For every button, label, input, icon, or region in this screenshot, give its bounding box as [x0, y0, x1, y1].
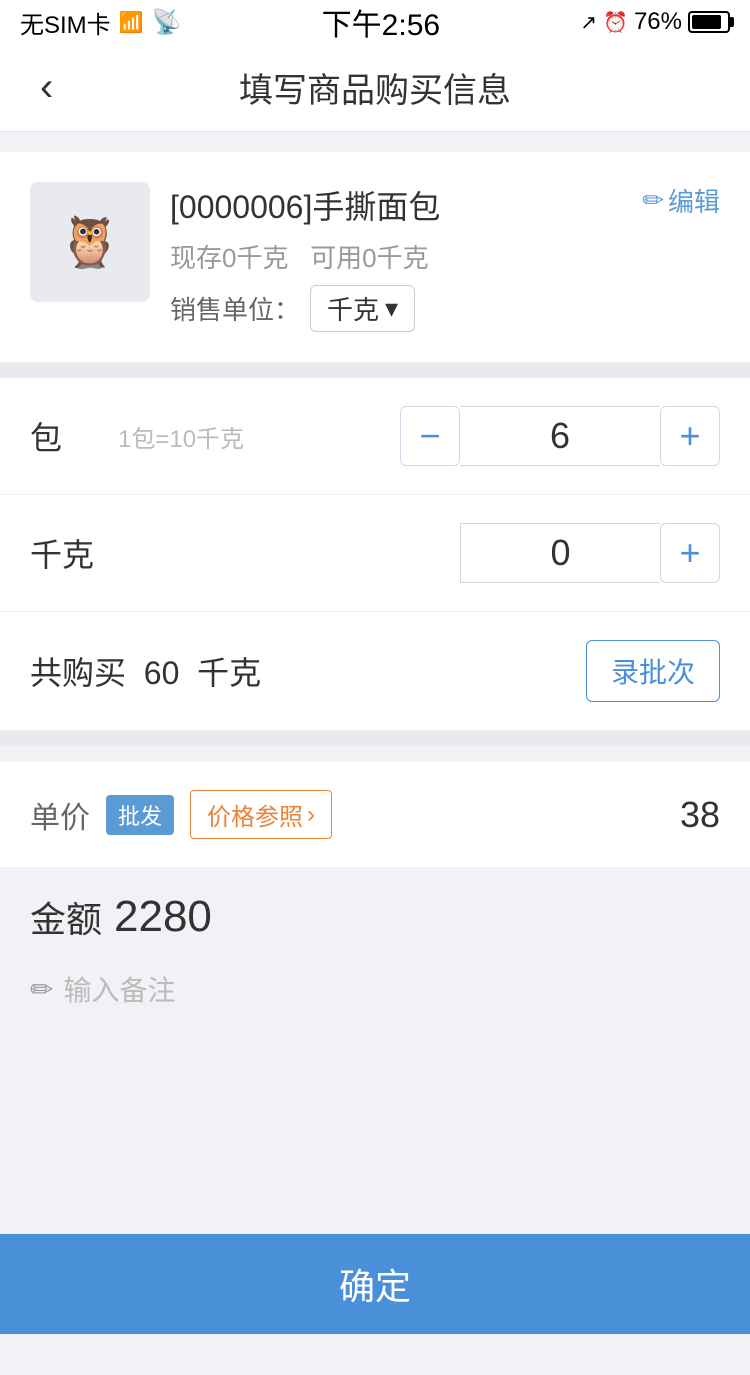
kg-quantity-row: 千克 + [0, 495, 750, 612]
summary-section: 共购买 60 千克 录批次 [0, 612, 750, 730]
battery-percent: 76% [634, 8, 682, 36]
battery-icon [688, 11, 730, 33]
available-label: 可用0千克 [310, 243, 428, 273]
product-name-row: [0000006]手撕面包 ✏ 编辑 [170, 182, 720, 238]
kg-plus-button[interactable]: + [660, 523, 720, 583]
product-card: 🦉 [0000006]手撕面包 ✏ 编辑 现存0千克 可用0千克 销售单位： 千… [0, 152, 750, 362]
sim-icon: 📶 [119, 10, 144, 35]
pencil-icon: ✏ [30, 973, 53, 1006]
edit-icon: ✏ [642, 185, 664, 216]
product-stock: 现存0千克 可用0千克 [170, 238, 720, 275]
amount-section: 金额 2280 ✏ 输入备注 [0, 867, 750, 1035]
kg-quantity-input[interactable] [460, 523, 660, 583]
amount-value: 2280 [114, 892, 212, 942]
unit-selector[interactable]: 千克 ▾ [310, 285, 415, 332]
batch-button[interactable]: 录批次 [586, 640, 720, 702]
price-section: 单价 批发 价格参照 › 38 [0, 762, 750, 867]
status-bar: 无SIM卡 📶 📡 下午2:56 ↗ ⏰ 76% [0, 0, 750, 44]
product-info: [0000006]手撕面包 ✏ 编辑 现存0千克 可用0千克 销售单位： 千克 … [170, 182, 720, 332]
price-value: 38 [680, 794, 720, 836]
edit-button[interactable]: ✏ 编辑 [642, 182, 720, 219]
bag-quantity-row: 包 1包=10千克 − + [0, 378, 750, 495]
note-placeholder: 输入备注 [63, 969, 175, 1009]
page-title: 填写商品购买信息 [239, 63, 511, 112]
chevron-down-icon: ▾ [385, 293, 398, 324]
summary-text: 共购买 60 千克 [30, 648, 261, 694]
product-placeholder-icon: 🦉 [59, 213, 121, 272]
nav-bar: ‹ 填写商品购买信息 [0, 44, 750, 132]
alarm-icon: ⏰ [603, 10, 628, 35]
bag-label: 包 [30, 413, 110, 459]
location-icon: ↗ [580, 10, 597, 35]
price-label: 单价 [30, 793, 90, 837]
bag-quantity-control: − + [400, 406, 720, 466]
stock-label: 现存0千克 [170, 243, 288, 273]
separator-2 [0, 730, 750, 746]
note-row[interactable]: ✏ 输入备注 [30, 959, 720, 1019]
wifi-icon: 📡 [152, 8, 182, 37]
kg-quantity-control: + [460, 523, 720, 583]
status-time: 下午2:56 [322, 0, 440, 44]
separator-1 [0, 362, 750, 378]
kg-label: 千克 [30, 530, 110, 576]
edit-label: 编辑 [668, 182, 720, 219]
carrier-label: 无SIM卡 [20, 5, 111, 40]
product-code: [0000006] [170, 189, 312, 225]
confirm-bar[interactable]: 确定 [0, 1234, 750, 1334]
status-right: ↗ ⏰ 76% [580, 8, 730, 36]
summary-amount: 60 [144, 655, 180, 691]
bag-minus-button[interactable]: − [400, 406, 460, 466]
price-ref-label: 价格参照 [207, 797, 303, 832]
summary-unit: 千克 [197, 655, 261, 691]
bag-plus-button[interactable]: + [660, 406, 720, 466]
amount-label: 金额 [30, 891, 102, 943]
price-batch-tag: 批发 [106, 795, 174, 835]
unit-prefix: 销售单位： [170, 290, 300, 327]
bag-quantity-input[interactable] [460, 406, 660, 466]
summary-prefix: 共购买 [30, 655, 126, 691]
confirm-label: 确定 [339, 1258, 411, 1310]
unit-value: 千克 [327, 290, 379, 327]
price-ref-arrow: › [307, 801, 315, 829]
product-name: [0000006]手撕面包 [170, 182, 440, 228]
product-image: 🦉 [30, 182, 150, 302]
status-left: 无SIM卡 📶 📡 [20, 5, 181, 40]
product-title: 手撕面包 [312, 189, 440, 225]
amount-row: 金额 2280 [30, 891, 720, 943]
bag-hint: 1包=10千克 [118, 419, 400, 454]
price-ref-button[interactable]: 价格参照 › [190, 790, 332, 839]
quantity-section: 包 1包=10千克 − + 千克 + [0, 378, 750, 612]
back-button[interactable]: ‹ [30, 55, 63, 120]
product-unit-row: 销售单位： 千克 ▾ [170, 285, 720, 332]
